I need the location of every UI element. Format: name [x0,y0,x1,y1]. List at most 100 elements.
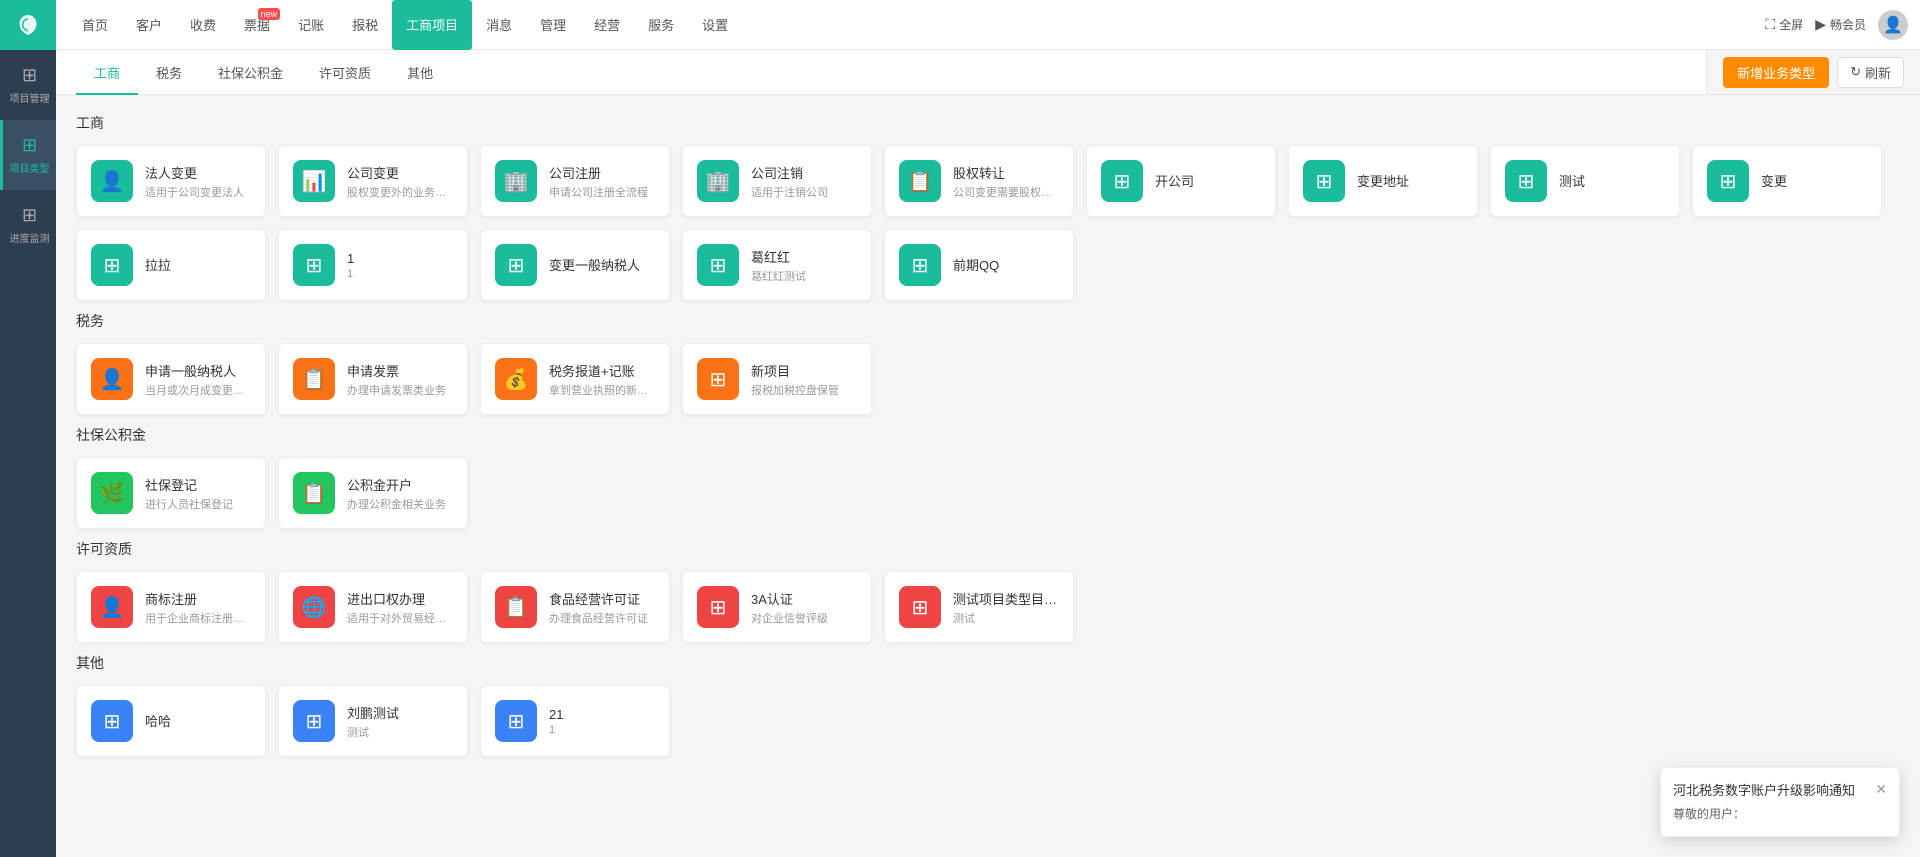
fullscreen-btn[interactable]: ⛶ 全屏 [1765,16,1803,33]
avatar-icon: 👤 [1883,15,1903,35]
card-company-register[interactable]: 🏢 公司注册 申请公司注册全流程 [480,145,670,217]
card-qianqi-qq[interactable]: ⊞ 前期QQ [884,229,1074,301]
card-one[interactable]: ⊞ 1 1 [278,229,468,301]
card-test-type[interactable]: ⊞ 测试项目类型目定义 测试 [884,571,1074,643]
card-lala[interactable]: ⊞ 拉拉 [76,229,266,301]
card-food-permit[interactable]: 📋 食品经营许可证 办理食品经营许可证 [480,571,670,643]
tab-tax[interactable]: 税务 [138,51,200,95]
card-apply-taxpayer[interactable]: 👤 申请一般纳税人 当月或次月成变更完成 [76,343,266,415]
section-permit: 许可资质 👤 商标注册 用于企业商标注册服务 🌐 进出口权办理 适用于对外 [76,539,1900,643]
nav-operation[interactable]: 经营 [580,0,634,50]
card-icon-change-address: ⊞ [1303,160,1345,202]
card-test[interactable]: ⊞ 测试 [1490,145,1680,217]
sidebar-item-progress[interactable]: ⊞ 进度监测 [0,190,56,260]
tab-other[interactable]: 其他 [389,51,451,95]
notification-header: 河北税务数字账户升级影响通知 ✕ [1673,780,1887,799]
card-company-change[interactable]: 📊 公司变更 股权变更外的业务变更 [278,145,468,217]
tab-industry[interactable]: 工商 [76,51,138,95]
card-title-tax-report-accounting: 税务报道+记账 [549,361,655,380]
nav-tax[interactable]: 报税 [338,0,392,50]
notification-close-button[interactable]: ✕ [1875,781,1887,798]
card-title-company-change: 公司变更 [347,163,453,182]
card-change-address[interactable]: ⊞ 变更地址 [1288,145,1478,217]
card-haha[interactable]: ⊞ 哈哈 [76,685,266,757]
section-other: 其他 ⊞ 哈哈 ⊞ 刘鹏测试 测试 [76,653,1900,757]
card-fund-open[interactable]: 📋 公积金开户 办理公积金相关业务 [278,457,468,529]
nav-management[interactable]: 管理 [526,0,580,50]
card-title-import-export: 进出口权办理 [347,589,453,608]
card-title-3a-cert: 3A认证 [751,589,857,608]
nav-accounting[interactable]: 记账 [284,0,338,50]
card-change[interactable]: ⊞ 变更 [1692,145,1882,217]
card-open-company[interactable]: ⊞ 开公司 [1086,145,1276,217]
nav-industry[interactable]: 工商项目 [392,0,472,50]
tab-permit[interactable]: 许可资质 [301,51,389,95]
card-desc-new-project: 报税加税控盘保管 [751,382,857,398]
card-ge-honghong[interactable]: ⊞ 葛红红 葛红红测试 [682,229,872,301]
vip-btn[interactable]: ▶ 畅会员 [1815,16,1866,33]
card-desc-liupeng-test: 测试 [347,724,453,740]
sidebar-item-project-type[interactable]: ⊞ 项目类型 [0,120,56,190]
card-title-lala: 拉拉 [145,255,251,274]
card-title-open-company: 开公司 [1155,171,1261,190]
tab-social[interactable]: 社保公积金 [200,51,301,95]
nav-settings[interactable]: 设置 [688,0,742,50]
nav-billing[interactable]: 收费 [176,0,230,50]
card-desc-food-permit: 办理食品经营许可证 [549,610,655,626]
card-icon-twentyone: ⊞ [495,700,537,742]
notification-popup: 河北税务数字账户升级影响通知 ✕ 尊敬的用户： [1660,767,1900,837]
card-apply-invoice[interactable]: 📋 申请发票 办理申请发票类业务 [278,343,468,415]
section-title-permit: 许可资质 [76,539,1900,559]
sidebar-item-label-3: 进度监测 [10,230,50,245]
card-title-one: 1 [347,251,453,266]
main-scroll: 工商 👤 法人变更 适用于公司变更法人 📊 公司变更 股权变更外的业务变更 [56,95,1920,857]
card-icon-company-register: 🏢 [495,160,537,202]
card-title-qianqi-qq: 前期QQ [953,255,1059,274]
card-desc-twentyone: 1 [549,724,655,736]
project-type-icon: ⊞ [22,135,37,156]
card-social-register[interactable]: 🌿 社保登记 进行人员社保登记 [76,457,266,529]
card-icon-food-permit: 📋 [495,586,537,628]
notification-text: 尊敬的用户： [1673,805,1887,824]
card-trademark[interactable]: 👤 商标注册 用于企业商标注册服务 [76,571,266,643]
card-3a-cert[interactable]: ⊞ 3A认证 对企业信誉评级 [682,571,872,643]
card-tax-report-accounting[interactable]: 💰 税务报道+记账 拿到营业执照的新公司 [480,343,670,415]
fullscreen-icon: ⛶ [1765,16,1775,33]
nav-message[interactable]: 消息 [472,0,526,50]
section-social: 社保公积金 🌿 社保登记 进行人员社保登记 📋 公积金开户 办理公积金相关 [76,425,1900,529]
sidebar-logo[interactable] [0,0,56,50]
main-area: 首页 客户 收费 票据 new 记账 报税 工商项目 消息 管理 经营 服务 设… [56,0,1920,857]
nav-service[interactable]: 服务 [634,0,688,50]
add-business-type-button[interactable]: 新增业务类型 [1723,57,1829,88]
card-twentyone[interactable]: ⊞ 21 1 [480,685,670,757]
card-title-social-register: 社保登记 [145,475,251,494]
card-desc-fund-open: 办理公积金相关业务 [347,496,453,512]
card-change-taxpayer[interactable]: ⊞ 变更一般纳税人 [480,229,670,301]
card-desc-apply-invoice: 办理申请发票类业务 [347,382,453,398]
nav-home[interactable]: 首页 [68,0,122,50]
card-company-cancel[interactable]: 🏢 公司注销 适用于注销公司 [682,145,872,217]
section-industry: 工商 👤 法人变更 适用于公司变更法人 📊 公司变更 股权变更外的业务变更 [76,113,1900,301]
card-title-fund-open: 公积金开户 [347,475,453,494]
sidebar-item-project-mgmt[interactable]: ⊞ 项目管理 [0,50,56,120]
refresh-button[interactable]: ↻ 刷新 [1837,57,1904,88]
card-desc-equity-transfer: 公司变更需要股权转让 [953,184,1059,200]
card-title-test: 测试 [1559,171,1665,190]
avatar[interactable]: 👤 [1878,10,1908,40]
card-icon-fund-open: 📋 [293,472,335,514]
card-liupeng-test[interactable]: ⊞ 刘鹏测试 测试 [278,685,468,757]
nav-invoice[interactable]: 票据 new [230,0,284,50]
card-equity-transfer[interactable]: 📋 股权转让 公司变更需要股权转让 [884,145,1074,217]
card-import-export[interactable]: 🌐 进出口权办理 适用于对外贸易经营者 [278,571,468,643]
content-area: 工商 税务 社保公积金 许可资质 其他 新增业务类型 ↻ 刷新 工商 [56,50,1920,857]
card-new-project[interactable]: ⊞ 新项目 报税加税控盘保管 [682,343,872,415]
section-title-other: 其他 [76,653,1900,673]
card-title-twentyone: 21 [549,707,655,722]
card-legal-change[interactable]: 👤 法人变更 适用于公司变更法人 [76,145,266,217]
sidebar-item-label-2: 项目类型 [10,160,50,175]
card-title-change-address: 变更地址 [1357,171,1463,190]
card-desc-legal-change: 适用于公司变更法人 [145,184,251,200]
sidebar-item-label: 项目管理 [10,90,50,105]
card-title-equity-transfer: 股权转让 [953,163,1059,182]
nav-client[interactable]: 客户 [122,0,176,50]
